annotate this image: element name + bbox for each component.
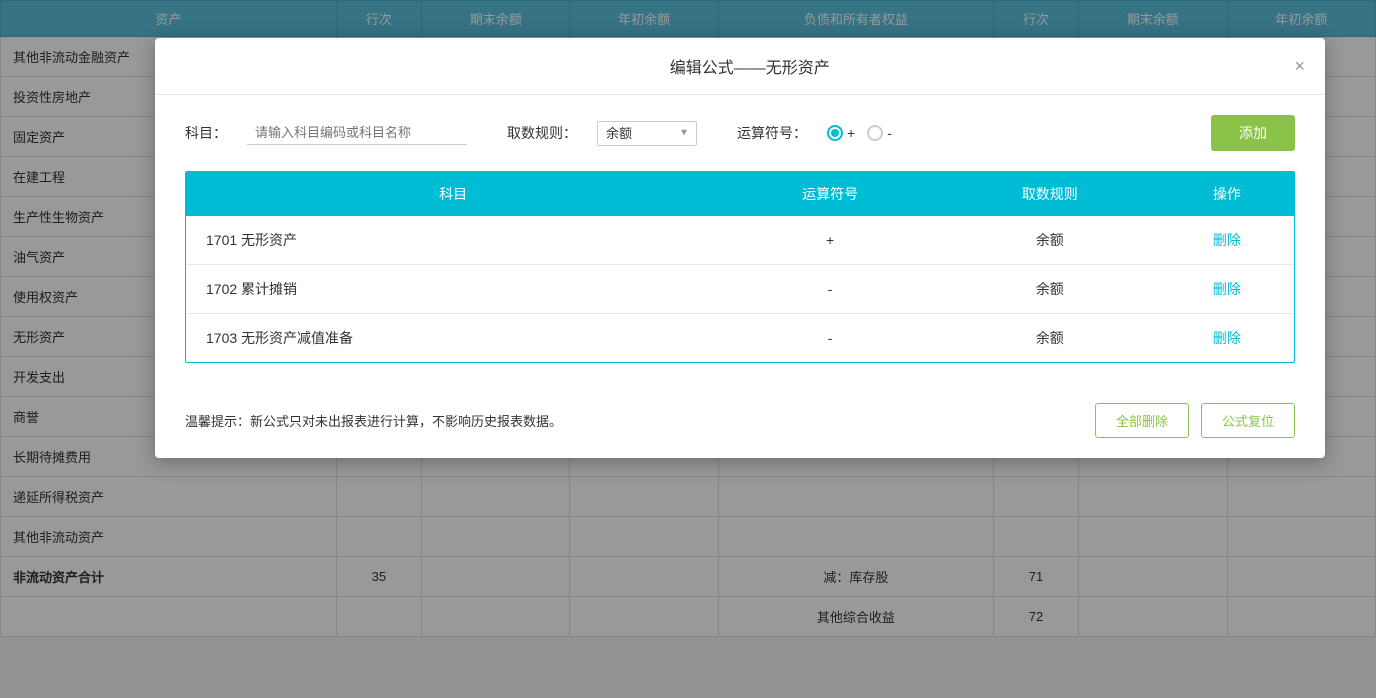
subject-input[interactable] xyxy=(247,121,467,145)
formula-table-wrapper: 科目 运算符号 取数规则 操作 1701 无形资产 + 余额 删除 1702 累… xyxy=(185,171,1295,363)
reset-formula-button[interactable]: 公式复位 xyxy=(1201,403,1295,438)
operator-plus-label: + xyxy=(847,125,855,141)
footer-buttons: 全部删除 公式复位 xyxy=(1095,403,1295,438)
radio-plus-circle xyxy=(827,125,843,141)
cell-action: 删除 xyxy=(1160,216,1294,265)
delete-button-3[interactable]: 删除 xyxy=(1213,330,1241,346)
th-action: 操作 xyxy=(1160,172,1294,216)
operator-plus-radio[interactable]: + xyxy=(827,125,855,141)
hint-text: 温馨提示：新公式只对未出报表进行计算，不影响历史报表数据。 xyxy=(185,411,562,430)
rule-select[interactable]: 余额 借方发生额 贷方发生额 xyxy=(597,121,697,146)
subject-label: 科目： xyxy=(185,123,227,143)
cell-operator: - xyxy=(720,265,940,314)
table-row: 1703 无形资产减值准备 - 余额 删除 xyxy=(186,314,1294,363)
rule-select-wrapper: 余额 借方发生额 贷方发生额 xyxy=(597,121,697,146)
operator-minus-radio[interactable]: - xyxy=(867,125,892,141)
operator-minus-label: - xyxy=(887,125,892,141)
rule-label: 取数规则： xyxy=(507,123,577,143)
radio-minus-circle xyxy=(867,125,883,141)
modal-header: 编辑公式——无形资产 × xyxy=(155,38,1325,95)
modal-title: 编辑公式——无形资产 xyxy=(205,54,1294,78)
operator-radio-group: + - xyxy=(827,125,892,141)
table-header-row: 科目 运算符号 取数规则 操作 xyxy=(186,172,1294,216)
operator-label: 运算符号： xyxy=(737,123,807,143)
cell-action: 删除 xyxy=(1160,265,1294,314)
cell-rule: 余额 xyxy=(940,314,1160,363)
cell-subject: 1702 累计摊销 xyxy=(186,265,720,314)
delete-button-1[interactable]: 删除 xyxy=(1213,232,1241,248)
modal-close-button[interactable]: × xyxy=(1294,57,1305,75)
th-rule: 取数规则 xyxy=(940,172,1160,216)
cell-rule: 余额 xyxy=(940,216,1160,265)
delete-all-button[interactable]: 全部删除 xyxy=(1095,403,1189,438)
form-row: 科目： 取数规则： 余额 借方发生额 贷方发生额 运算符号： + - 添加 xyxy=(155,95,1325,171)
table-row: 1702 累计摊销 - 余额 删除 xyxy=(186,265,1294,314)
formula-table: 科目 运算符号 取数规则 操作 1701 无形资产 + 余额 删除 1702 累… xyxy=(186,172,1294,362)
modal-footer: 温馨提示：新公式只对未出报表进行计算，不影响历史报表数据。 全部删除 公式复位 xyxy=(155,383,1325,438)
th-operator: 运算符号 xyxy=(720,172,940,216)
cell-subject: 1701 无形资产 xyxy=(186,216,720,265)
cell-operator: - xyxy=(720,314,940,363)
cell-rule: 余额 xyxy=(940,265,1160,314)
th-subject: 科目 xyxy=(186,172,720,216)
delete-button-2[interactable]: 删除 xyxy=(1213,281,1241,297)
cell-operator: + xyxy=(720,216,940,265)
cell-subject: 1703 无形资产减值准备 xyxy=(186,314,720,363)
modal-dialog: 编辑公式——无形资产 × 科目： 取数规则： 余额 借方发生额 贷方发生额 运算… xyxy=(155,38,1325,458)
table-row: 1701 无形资产 + 余额 删除 xyxy=(186,216,1294,265)
cell-action: 删除 xyxy=(1160,314,1294,363)
add-button[interactable]: 添加 xyxy=(1211,115,1295,151)
